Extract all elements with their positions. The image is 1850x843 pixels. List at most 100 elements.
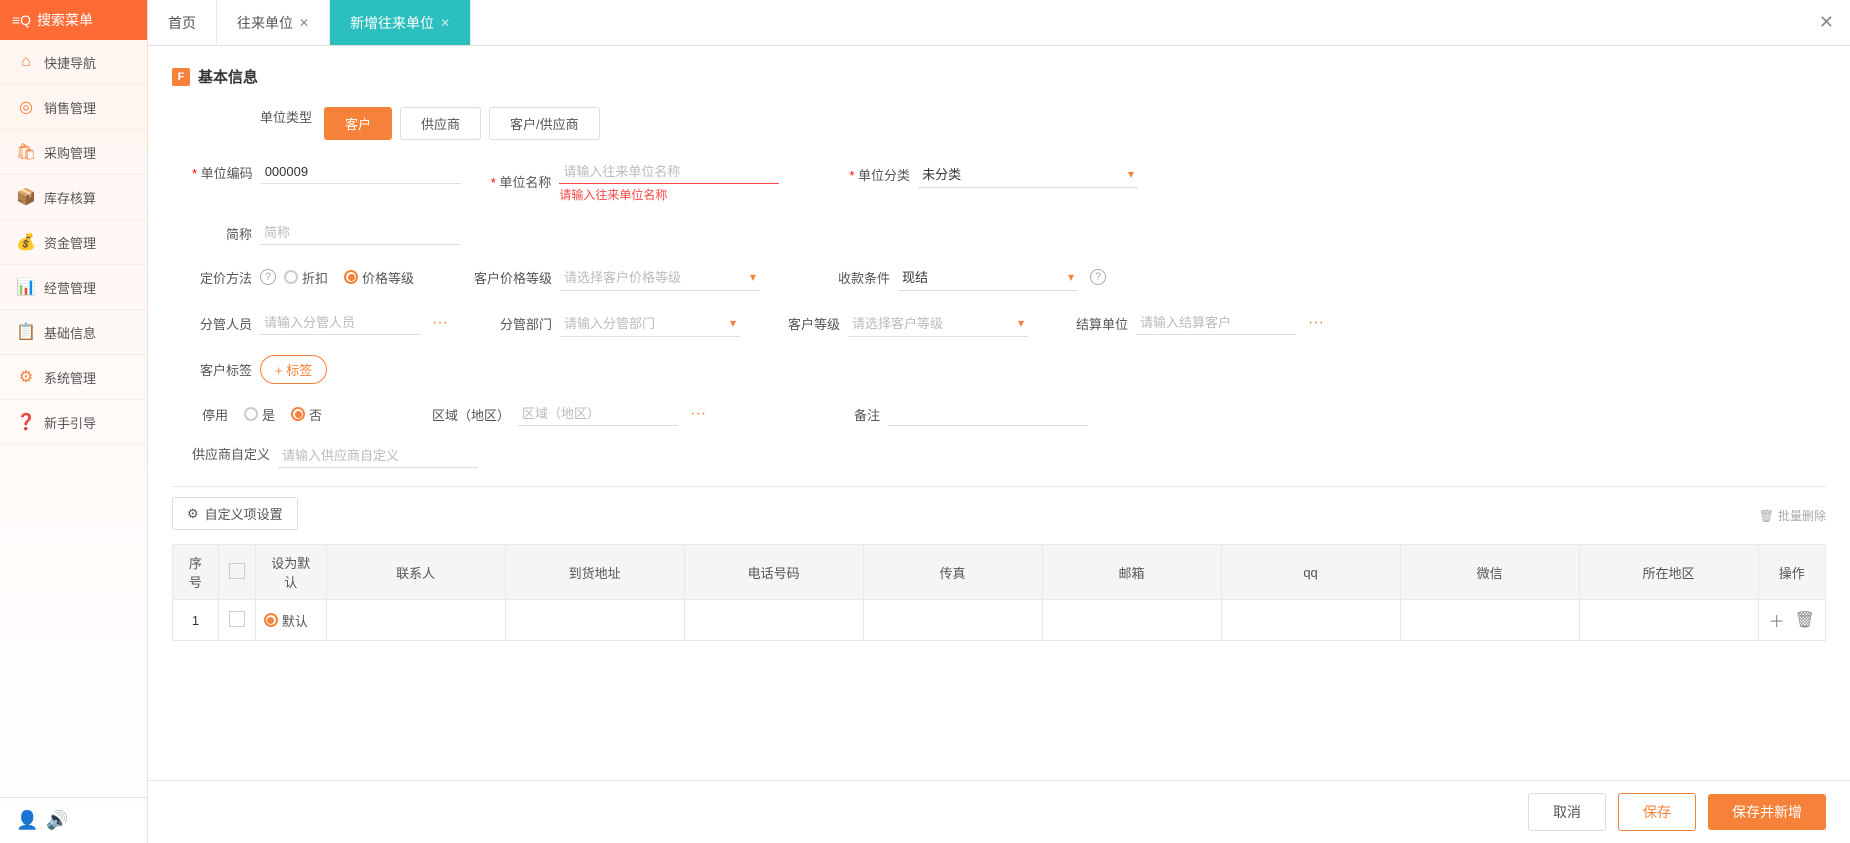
table-header: 电话号码 — [684, 545, 863, 600]
sidebar-item-quick-nav[interactable]: ⌂快捷导航 — [0, 40, 147, 85]
add-row-button[interactable]: ＋ — [1767, 606, 1787, 634]
customer-price-level-select[interactable]: 请选择客户价格等级 ▾ — [560, 263, 760, 291]
row-checkbox[interactable] — [218, 600, 255, 641]
unit-code-input[interactable] — [261, 160, 461, 184]
batch-delete-button[interactable]: 🗑 批量删除 — [1759, 507, 1826, 524]
customer-level-select[interactable]: 请选择客户等级 ▾ — [848, 309, 1028, 337]
tab-home[interactable]: 首页 — [148, 0, 217, 45]
qq-input[interactable] — [1230, 613, 1392, 628]
unit-type-both[interactable]: 客户/供应商 — [489, 107, 600, 140]
row-contact[interactable] — [326, 600, 505, 641]
tab-close-icon[interactable]: ✕ — [440, 16, 450, 30]
radio-circle-yes — [244, 407, 258, 421]
global-close-button[interactable]: ✕ — [1803, 12, 1850, 33]
table-section: ⚙ 自定义项设置 🗑 批量删除 序号设为默认联系人到货地址电话号码传真邮箱qq微… — [172, 486, 1826, 641]
unit-type-customer[interactable]: 客户 — [324, 107, 392, 140]
row-email[interactable] — [1042, 600, 1221, 641]
main-area: 首页往来单位✕ 新增往来单位 ✕ ✕ F 基本信息 单位类型 客户供应商客户/供应商… — [148, 0, 1850, 843]
custom-settings-button[interactable]: ⚙ 自定义项设置 — [172, 497, 298, 530]
table-header: 设为默认 — [255, 545, 326, 600]
row-wechat[interactable] — [1400, 600, 1579, 641]
tab-close-icon[interactable]: ✕ — [299, 16, 309, 30]
short-name-input[interactable] — [260, 221, 460, 245]
chevron-down-icon: ▾ — [730, 316, 736, 330]
disable-radio-yes[interactable]: 是 — [244, 405, 275, 424]
delete-row-button[interactable]: 🗑 — [1793, 608, 1817, 632]
unit-type-label: 单位类型 — [252, 107, 312, 126]
disable-radio-no[interactable]: 否 — [291, 405, 322, 424]
tab-partner-list[interactable]: 往来单位✕ — [217, 0, 330, 45]
user-icon[interactable]: 👤 — [16, 810, 38, 831]
content-area: F 基本信息 单位类型 客户供应商客户/供应商 单位编码 单位名称 请输入往来单… — [148, 46, 1850, 780]
row-manager: 分管人员 ··· 分管部门 请输入分管部门 ▾ 客户等级 请选择客户等级 ▾ — [192, 309, 1826, 337]
row-fax[interactable] — [863, 600, 1042, 641]
settlement-unit-input[interactable] — [1136, 311, 1296, 335]
row-qq[interactable] — [1221, 600, 1400, 641]
default-radio[interactable]: 默认 — [264, 611, 318, 630]
inventory-icon: 📦 — [16, 187, 36, 207]
tab-add-partner[interactable]: 新增往来单位 ✕ — [330, 0, 471, 45]
sidebar-item-label: 基础信息 — [44, 323, 96, 342]
supplier-custom-input[interactable] — [278, 444, 478, 468]
sidebar-item-guide[interactable]: ❓新手引导 — [0, 400, 147, 445]
section-icon: F — [172, 68, 190, 86]
header-checkbox[interactable] — [229, 563, 245, 579]
sidebar-item-sales[interactable]: ◎销售管理 — [0, 85, 147, 130]
operations-icon: 📊 — [16, 277, 36, 297]
customer-level-label: 客户等级 — [780, 314, 840, 333]
email-input[interactable] — [1051, 613, 1213, 628]
sidebar-item-basics[interactable]: 📋 基础信息 — [0, 310, 147, 355]
region-input[interactable] — [1588, 613, 1750, 628]
unit-category-select[interactable]: 未分类 ▾ — [918, 160, 1138, 188]
purchase-icon: 🛍 — [16, 142, 36, 162]
payment-help-icon[interactable]: ? — [1090, 269, 1106, 285]
payment-condition-label: 收款条件 — [830, 268, 890, 287]
sidebar: ≡Q 搜索菜单 ⌂快捷导航◎销售管理🛍采购管理📦库存核算💰资金管理📊经营管理 📋 基… — [0, 0, 148, 843]
unit-type-supplier[interactable]: 供应商 — [400, 107, 481, 140]
tab-label: 新增往来单位 — [350, 13, 434, 33]
add-tag-button[interactable]: + 标签 — [260, 355, 327, 384]
disable-radio-group: 是 否 — [244, 405, 322, 424]
row-address[interactable] — [505, 600, 684, 641]
sidebar-item-system[interactable]: ⚙系统管理 — [0, 355, 147, 400]
manager-more-button[interactable]: ··· — [428, 314, 452, 332]
unit-name-input[interactable] — [559, 160, 779, 184]
area-label: 区域（地区） — [432, 405, 510, 424]
address-input[interactable] — [514, 613, 676, 628]
sidebar-search[interactable]: ≡Q 搜索菜单 — [0, 0, 147, 40]
field-unit-name: 单位名称 请输入往来单位名称 — [491, 160, 780, 203]
row-check[interactable] — [229, 611, 245, 627]
field-pricing-method: 定价方法 ? 折扣 价格等级 — [192, 268, 414, 287]
settlement-more-button[interactable]: ··· — [1304, 314, 1328, 332]
area-more-button[interactable]: ··· — [686, 405, 710, 423]
supplier-custom-label: 供应商自定义 — [192, 444, 270, 463]
sidebar-item-inventory[interactable]: 📦库存核算 — [0, 175, 147, 220]
table-header: 到货地址 — [505, 545, 684, 600]
sidebar-item-operations[interactable]: 📊经营管理 — [0, 265, 147, 310]
basics-icon: 📋 — [16, 322, 36, 342]
table-header: 微信 — [1400, 545, 1579, 600]
phone-input[interactable] — [693, 613, 855, 628]
row-region[interactable] — [1579, 600, 1758, 641]
contact-input[interactable] — [335, 613, 497, 628]
manager-input[interactable] — [260, 311, 420, 335]
area-input[interactable] — [518, 402, 678, 426]
payment-condition-select[interactable]: 现结 ▾ — [898, 263, 1078, 291]
save-button[interactable]: 保存 — [1618, 793, 1696, 831]
note-input[interactable] — [888, 402, 1088, 426]
sound-icon[interactable]: 🔊 — [46, 810, 68, 831]
save-new-button[interactable]: 保存并新增 — [1708, 794, 1826, 830]
pricing-radio-level[interactable]: 价格等级 — [344, 268, 414, 287]
settlement-unit-label: 结算单位 — [1068, 314, 1128, 333]
sidebar-item-finance[interactable]: 💰资金管理 — [0, 220, 147, 265]
cancel-button[interactable]: 取消 — [1528, 793, 1606, 831]
row-phone[interactable] — [684, 600, 863, 641]
field-department: 分管部门 请输入分管部门 ▾ — [492, 309, 740, 337]
fax-input[interactable] — [872, 613, 1034, 628]
sidebar-item-purchase[interactable]: 🛍采购管理 — [0, 130, 147, 175]
pricing-radio-discount[interactable]: 折扣 — [284, 268, 328, 287]
pricing-help-icon[interactable]: ? — [260, 269, 276, 285]
wechat-input[interactable] — [1409, 613, 1571, 628]
field-customer-price-level: 客户价格等级 请选择客户价格等级 ▾ — [474, 263, 760, 291]
department-select[interactable]: 请输入分管部门 ▾ — [560, 309, 740, 337]
